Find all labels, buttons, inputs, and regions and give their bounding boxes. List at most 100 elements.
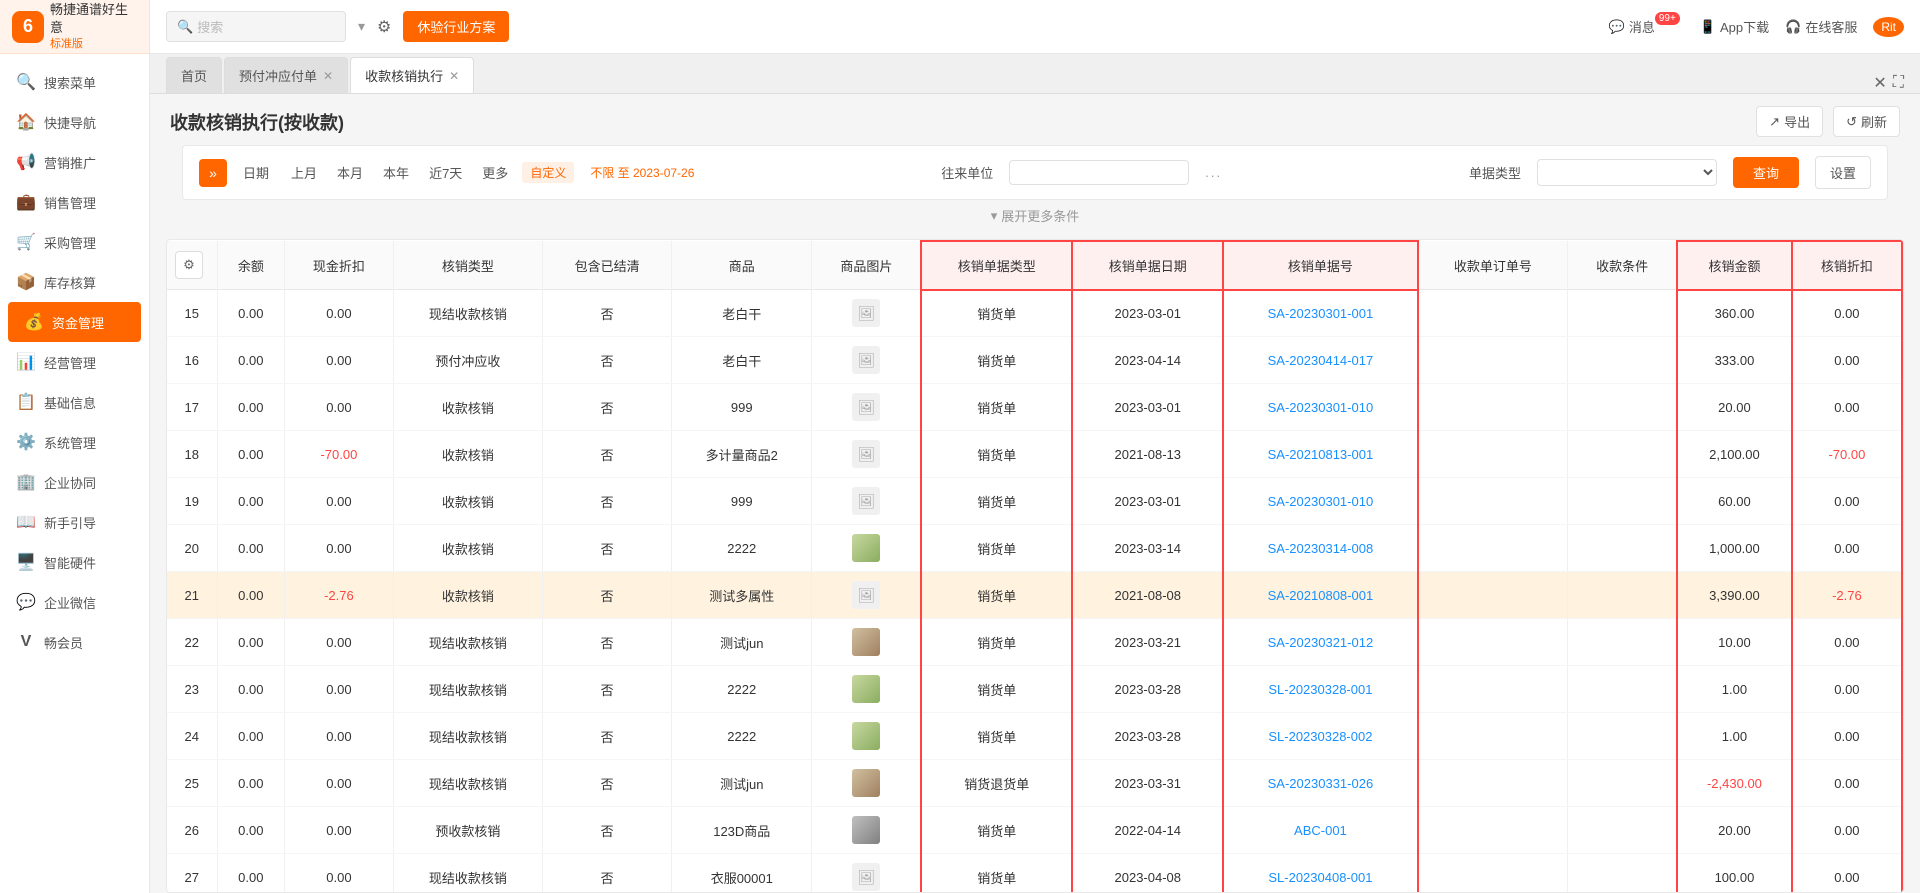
cell-bill-no[interactable]: SL-20230328-002: [1223, 713, 1417, 760]
sidebar-item-label: 经营管理: [44, 353, 96, 372]
bill-no-link[interactable]: SL-20230328-001: [1268, 682, 1372, 697]
table-header-row: ⚙ 余额 现金折扣 核销类型 包含已结清 商品 商品图片 核销单据类型 核销单据…: [167, 241, 1902, 290]
bill-no-link[interactable]: ABC-001: [1294, 823, 1347, 838]
cell-writeoff-type: 收款核销: [393, 572, 542, 619]
sidebar-item-guide[interactable]: 📖 新手引导: [0, 502, 149, 542]
partner-input[interactable]: [1009, 160, 1189, 185]
cell-include-settled: 否: [543, 807, 672, 854]
dropdown-arrow[interactable]: ▾: [358, 18, 365, 35]
cell-bill-no[interactable]: SA-20210813-001: [1223, 431, 1417, 478]
sidebar-item-enterprise[interactable]: 🏢 企业协同: [0, 462, 149, 502]
app-download-btn[interactable]: 📱 App下载: [1700, 17, 1769, 36]
cell-bill-no[interactable]: SA-20230301-010: [1223, 478, 1417, 525]
service-btn[interactable]: 🎧 在线客服: [1785, 17, 1857, 36]
query-btn[interactable]: 查询: [1733, 157, 1799, 188]
finance-icon: 💰: [24, 312, 44, 332]
column-settings-icon[interactable]: ⚙: [175, 251, 203, 279]
user-avatar[interactable]: Rit: [1873, 17, 1904, 37]
cell-receipt-cond: [1568, 713, 1677, 760]
sidebar-item-basic[interactable]: 📋 基础信息: [0, 382, 149, 422]
sidebar-item-finance[interactable]: 💰 资金管理: [8, 302, 141, 342]
bill-no-link[interactable]: SA-20230314-008: [1268, 541, 1374, 556]
bill-no-link[interactable]: SA-20230301-010: [1268, 400, 1374, 415]
filter-opt-lastmonth[interactable]: 上月: [285, 161, 323, 184]
sidebar-item-hardware[interactable]: 🖥️ 智能硬件: [0, 542, 149, 582]
maximize-btn[interactable]: ⛶: [1893, 74, 1904, 92]
cell-bill-no[interactable]: SA-20230331-026: [1223, 760, 1417, 807]
cell-receipt-order: [1418, 572, 1568, 619]
inventory-icon: 📦: [16, 272, 36, 292]
th-settings[interactable]: ⚙: [167, 241, 217, 290]
cell-bill-no[interactable]: SA-20230301-010: [1223, 384, 1417, 431]
sidebar-item-member[interactable]: V 畅会员: [0, 622, 149, 662]
tab-writeoff[interactable]: 收款核销执行 ✕: [350, 57, 474, 93]
cell-product-img: 🖼: [812, 384, 921, 431]
cell-writeoff-type: 现结收款核销: [393, 760, 542, 807]
expand-more-btn[interactable]: ▾ 展开更多条件: [166, 200, 1904, 231]
sidebar-item-quicknav[interactable]: 🏠 快捷导航: [0, 102, 149, 142]
cell-bill-no[interactable]: SA-20230301-001: [1223, 290, 1417, 337]
bill-no-link[interactable]: SA-20230301-010: [1268, 494, 1374, 509]
tab-label: 首页: [181, 66, 207, 85]
sidebar-item-inventory[interactable]: 📦 库存核算: [0, 262, 149, 302]
refresh-btn[interactable]: ↺ 刷新: [1833, 106, 1900, 137]
cell-writeoff-type: 预收款核销: [393, 807, 542, 854]
message-btn[interactable]: 💬 消息 99+: [1609, 17, 1684, 36]
sidebar-item-search[interactable]: 🔍 搜索菜单: [0, 62, 149, 102]
cell-include-settled: 否: [543, 619, 672, 666]
hardware-icon: 🖥️: [16, 552, 36, 572]
cell-product-img: [812, 619, 921, 666]
cell-bill-no[interactable]: SA-20230314-008: [1223, 525, 1417, 572]
sidebar-item-wechat[interactable]: 💬 企业微信: [0, 582, 149, 622]
cell-bill-no[interactable]: SL-20230408-001: [1223, 854, 1417, 893]
bill-no-link[interactable]: SL-20230328-002: [1268, 729, 1372, 744]
date-label: 日期: [243, 163, 269, 182]
cell-bill-no[interactable]: SL-20230328-001: [1223, 666, 1417, 713]
industry-btn[interactable]: 休验行业方案: [403, 11, 509, 42]
cell-bill-date: 2023-03-01: [1072, 290, 1223, 337]
cell-product: 测试多属性: [672, 572, 812, 619]
sidebar-item-system[interactable]: ⚙️ 系统管理: [0, 422, 149, 462]
tab-home[interactable]: 首页: [166, 57, 222, 93]
date-range-display: 不限 至 2023-07-26: [590, 164, 694, 181]
sidebar-item-purchase[interactable]: 🛒 采购管理: [0, 222, 149, 262]
export-btn[interactable]: ↗ 导出: [1756, 106, 1823, 137]
close-icon[interactable]: ✕: [323, 69, 333, 83]
sidebar-item-marketing[interactable]: 📢 营销推广: [0, 142, 149, 182]
search-bar[interactable]: 🔍 搜索: [166, 11, 346, 42]
tab-prepay[interactable]: 预付冲应付单 ✕: [224, 57, 348, 93]
filter-expand-btn[interactable]: »: [199, 159, 227, 187]
cell-bill-no[interactable]: SA-20230414-017: [1223, 337, 1417, 384]
close-window-btn[interactable]: ✕: [1873, 73, 1886, 93]
bill-no-link[interactable]: SA-20230414-017: [1268, 353, 1374, 368]
close-icon[interactable]: ✕: [449, 69, 459, 83]
cell-bill-no[interactable]: SA-20230321-012: [1223, 619, 1417, 666]
bill-no-link[interactable]: SL-20230408-001: [1268, 870, 1372, 885]
bill-no-link[interactable]: SA-20230321-012: [1268, 635, 1374, 650]
filter-opt-7days[interactable]: 近7天: [423, 161, 468, 184]
th-cash-discount: 现金折扣: [285, 241, 394, 290]
filter-opt-thismonth[interactable]: 本月: [331, 161, 369, 184]
bill-type-select[interactable]: [1537, 159, 1717, 186]
cell-writeoff-discount: 0.00: [1792, 478, 1902, 525]
filter-opt-thisyear[interactable]: 本年: [377, 161, 415, 184]
filter-settings-btn[interactable]: 设置: [1815, 156, 1871, 189]
table-row: 26 0.00 0.00 预收款核销 否 123D商品 销货单 2022-04-…: [167, 807, 1902, 854]
sidebar-item-sales[interactable]: 💼 销售管理: [0, 182, 149, 222]
filter-opt-custom[interactable]: 自定义: [522, 162, 574, 183]
cell-writeoff-discount: 0.00: [1792, 854, 1902, 893]
cell-bill-no[interactable]: ABC-001: [1223, 807, 1417, 854]
bill-no-link[interactable]: SA-20230331-026: [1268, 776, 1374, 791]
cell-receipt-order: [1418, 337, 1568, 384]
cell-receipt-cond: [1568, 807, 1677, 854]
settings-icon[interactable]: ⚙: [377, 17, 391, 37]
sidebar-item-business[interactable]: 📊 经营管理: [0, 342, 149, 382]
cell-bill-no[interactable]: SA-20210808-001: [1223, 572, 1417, 619]
cell-cash-discount: 0.00: [285, 760, 394, 807]
cell-include-settled: 否: [543, 478, 672, 525]
bill-no-link[interactable]: SA-20210808-001: [1268, 588, 1374, 603]
cell-bill-date: 2022-04-14: [1072, 807, 1223, 854]
filter-opt-more[interactable]: 更多: [476, 161, 514, 184]
bill-no-link[interactable]: SA-20210813-001: [1268, 447, 1374, 462]
bill-no-link[interactable]: SA-20230301-001: [1268, 306, 1374, 321]
